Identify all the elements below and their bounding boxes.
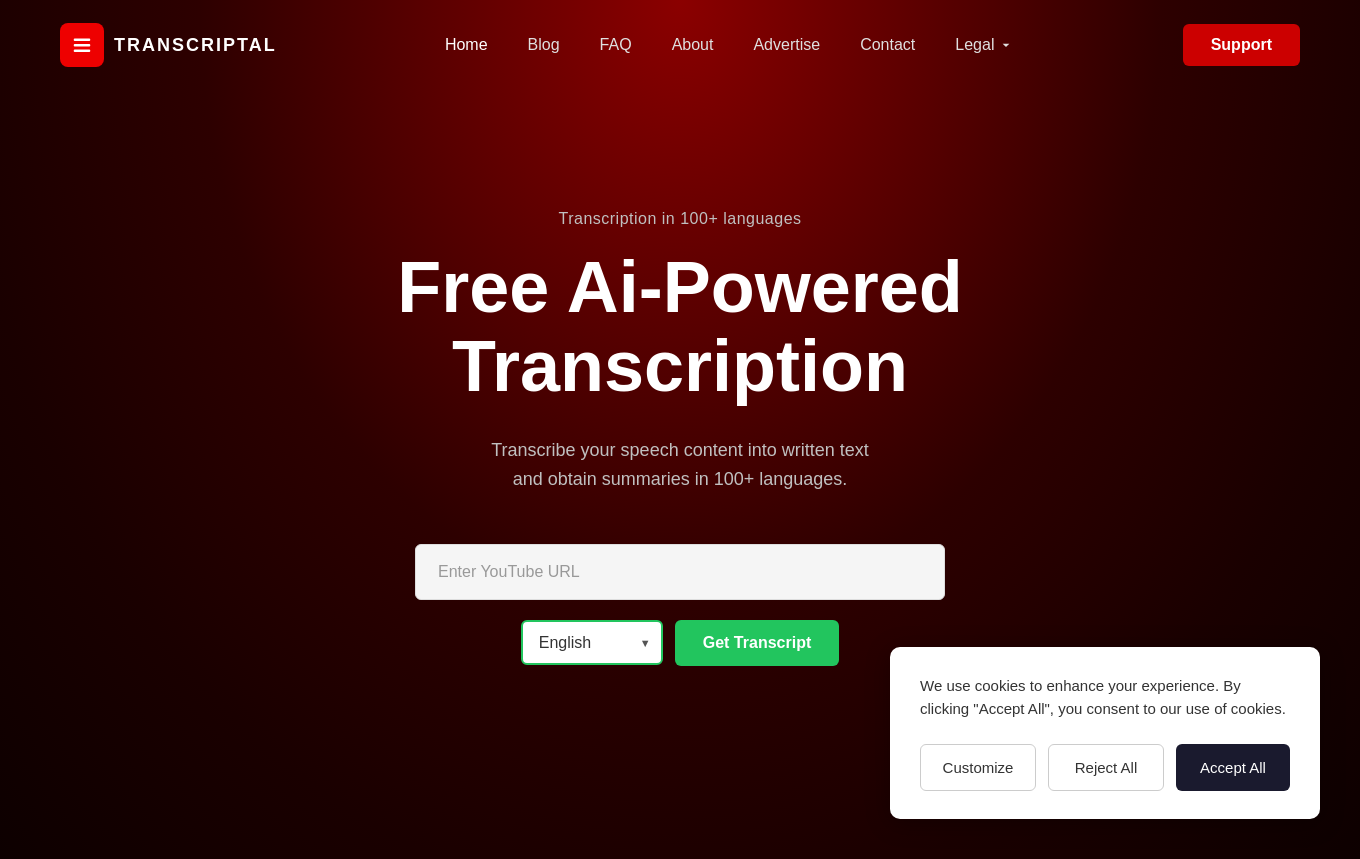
cookie-banner: We use cookies to enhance your experienc… [890,647,1320,819]
nav-links: Home Blog FAQ About Advertise Contact Le… [445,36,1015,54]
svg-rect-0 [74,39,91,41]
nav-home[interactable]: Home [445,36,488,53]
menu-icon [71,34,93,56]
logo-link[interactable]: TRANSCRIPTAL [60,23,277,67]
logo-icon [60,23,104,67]
svg-rect-1 [74,44,91,46]
language-select[interactable]: English Spanish French German Chinese Ja… [521,620,663,665]
navbar: TRANSCRIPTAL Home Blog FAQ About Adverti… [0,0,1360,90]
nav-legal[interactable]: Legal [955,36,1014,54]
youtube-url-input[interactable] [415,544,945,600]
hero-title-line1: Free Ai-Powered [397,247,963,327]
url-input-wrapper [415,544,945,600]
get-transcript-button[interactable]: Get Transcript [675,620,839,666]
accept-all-button[interactable]: Accept All [1176,744,1290,791]
customize-button[interactable]: Customize [920,744,1036,791]
hero-description: Transcribe your speech content into writ… [491,436,869,494]
svg-rect-2 [74,50,91,52]
hero-title: Free Ai-Powered Transcription [397,248,963,406]
chevron-down-icon [998,37,1014,53]
hero-desc-line2: and obtain summaries in 100+ languages. [513,469,848,489]
controls-row: English Spanish French German Chinese Ja… [521,620,839,666]
language-select-wrapper: English Spanish French German Chinese Ja… [521,620,663,665]
hero-section: Transcription in 100+ languages Free Ai-… [0,90,1360,666]
nav-faq[interactable]: FAQ [600,36,632,53]
reject-all-button[interactable]: Reject All [1048,744,1164,791]
cookie-buttons: Customize Reject All Accept All [920,744,1290,791]
nav-legal-label: Legal [955,36,994,54]
nav-advertise[interactable]: Advertise [753,36,820,53]
cookie-message: We use cookies to enhance your experienc… [920,675,1290,720]
nav-blog[interactable]: Blog [528,36,560,53]
logo-text: TRANSCRIPTAL [114,35,277,56]
hero-title-line2: Transcription [452,326,908,406]
support-button[interactable]: Support [1183,24,1300,66]
nav-about[interactable]: About [672,36,714,53]
nav-contact[interactable]: Contact [860,36,915,53]
hero-subtitle: Transcription in 100+ languages [558,210,801,228]
hero-desc-line1: Transcribe your speech content into writ… [491,440,869,460]
